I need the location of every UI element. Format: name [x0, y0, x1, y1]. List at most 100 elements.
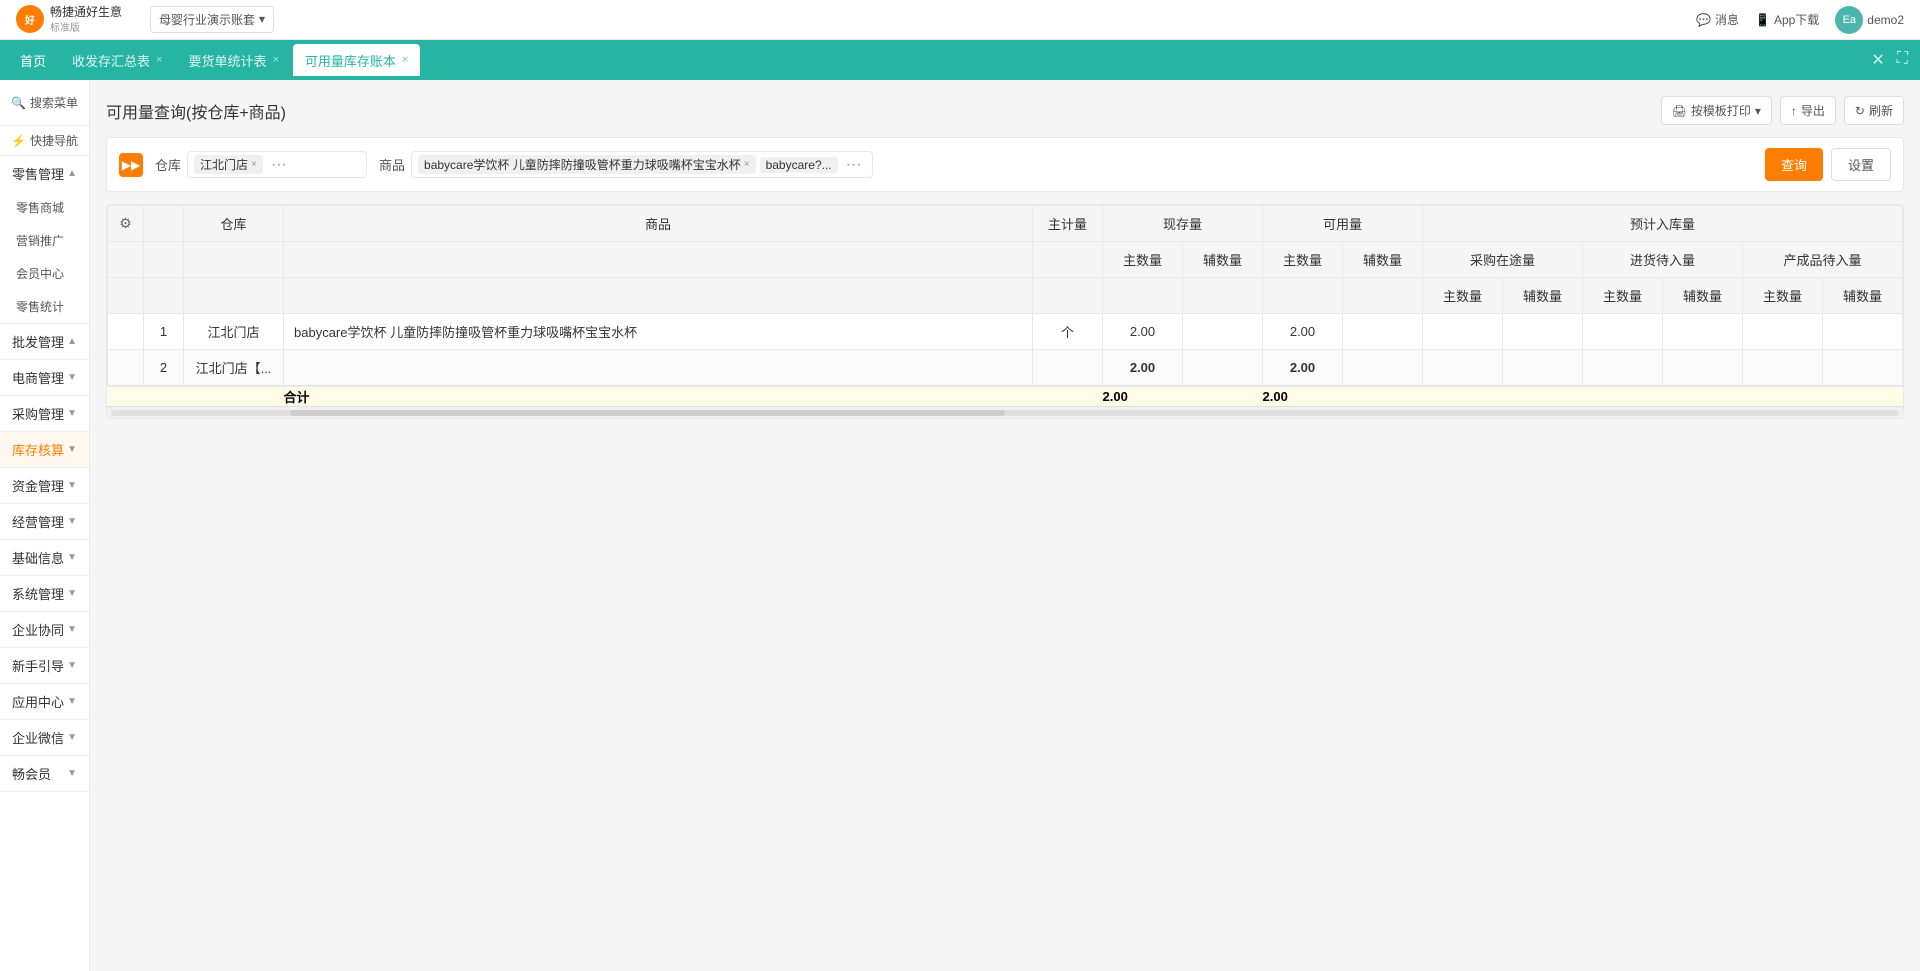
- tab-available-inventory-label: 可用量库存账本: [305, 51, 396, 70]
- cell-purch-pend-main-0: [1583, 314, 1663, 350]
- section-appstore-label: 应用中心: [12, 692, 64, 711]
- sidebar-item-retail-stats[interactable]: 零售统计: [0, 290, 89, 323]
- search-icon: 🔍: [11, 96, 26, 110]
- print-template-btn[interactable]: 🖨 按模板打印 ▾: [1661, 96, 1772, 125]
- column-settings-icon[interactable]: ⚙: [119, 215, 132, 231]
- industry-selector[interactable]: 母婴行业演示账套 ▾: [150, 6, 274, 33]
- th-num: [144, 206, 184, 242]
- section-ecommerce-header[interactable]: 电商管理 ▼: [0, 360, 89, 395]
- expand-btn[interactable]: ⛶: [1893, 46, 1912, 74]
- footer-purch-trans-aux: [1503, 386, 1583, 406]
- app-download-btn[interactable]: 📱 App下载: [1755, 11, 1819, 28]
- avatar: Ea: [1835, 6, 1863, 34]
- section-appstore: 应用中心 ▼: [0, 684, 89, 720]
- section-wechat-label: 企业微信: [12, 728, 64, 747]
- product-tag1-close[interactable]: ×: [744, 159, 750, 170]
- th-expected-in: 预计入库量: [1423, 206, 1903, 242]
- filter-toggle-btn[interactable]: ▶▶: [119, 153, 143, 177]
- tab-available-inventory-close[interactable]: ×: [402, 54, 408, 66]
- logo-sub: 标准版: [50, 19, 122, 34]
- chevron-down-icon7: ▼: [67, 552, 77, 563]
- section-purchase-header[interactable]: 采购管理 ▼: [0, 396, 89, 431]
- section-basic-header[interactable]: 基础信息 ▼: [0, 540, 89, 575]
- th-current-stock: 现存量: [1103, 206, 1263, 242]
- warehouse-tag: 江北门店 ×: [194, 155, 263, 174]
- th-product-sub2: [284, 278, 1033, 314]
- setting-btn[interactable]: 设置: [1831, 148, 1891, 181]
- section-appstore-header[interactable]: 应用中心 ▼: [0, 684, 89, 719]
- chevron-down-icon6: ▼: [67, 516, 77, 527]
- footer-warehouse: [184, 386, 284, 406]
- section-collab: 企业协同 ▼: [0, 612, 89, 648]
- close-window-btn[interactable]: ✕: [1867, 46, 1888, 74]
- footer-avail-main: 2.00: [1263, 386, 1343, 406]
- footer-settings: [108, 386, 144, 406]
- footer-purch-pend-aux: [1663, 386, 1743, 406]
- product-input[interactable]: babycare学饮杯 儿童防摔防撞吸管杯重力球吸嘴杯宝宝水杯 × babyca…: [411, 151, 873, 178]
- section-operation-header[interactable]: 经营管理 ▼: [0, 504, 89, 539]
- search-menu-btn[interactable]: 🔍 搜索菜单: [8, 88, 81, 117]
- horizontal-scrollbar[interactable]: [107, 406, 1903, 418]
- warehouse-dots[interactable]: ···: [267, 156, 291, 174]
- section-system-header[interactable]: 系统管理 ▼: [0, 576, 89, 611]
- quick-nav-btn[interactable]: ⚡ 快捷导航: [0, 126, 89, 156]
- th-prod-pend-main: 主数量: [1743, 278, 1823, 314]
- section-retail-label: 零售管理: [12, 164, 64, 183]
- section-wechat-header[interactable]: 企业微信 ▼: [0, 720, 89, 755]
- chevron-down-icon2: ▼: [67, 372, 77, 383]
- th-main-unit: 主计量: [1033, 206, 1103, 242]
- main-layout: 🔍 搜索菜单 ⚡ 快捷导航 零售管理 ▲ 零售商城 营销推广 会员中心 零售统计…: [0, 80, 1920, 971]
- cell-unit-0: 个: [1033, 314, 1103, 350]
- section-member2-header[interactable]: 畅会员 ▼: [0, 756, 89, 791]
- data-table: ⚙ 仓库 商品 主计量 现存量 可用量 预计入库量: [107, 205, 1903, 406]
- product-dots[interactable]: ···: [842, 156, 866, 174]
- query-btn[interactable]: 查询: [1765, 148, 1823, 181]
- sidebar-item-member[interactable]: 会员中心: [0, 257, 89, 290]
- th-purch-trans-main: 主数量: [1423, 278, 1503, 314]
- refresh-btn[interactable]: ↻ 刷新: [1844, 96, 1904, 125]
- quick-nav-area: ⚡ 快捷导航: [0, 126, 89, 156]
- section-system-label: 系统管理: [12, 584, 64, 603]
- quick-nav-label: 快捷导航: [30, 132, 78, 149]
- th-avail-aux2: [1343, 278, 1423, 314]
- export-icon: ↑: [1791, 104, 1797, 118]
- section-collab-header[interactable]: 企业协同 ▼: [0, 612, 89, 647]
- tab-home[interactable]: 首页: [8, 44, 58, 76]
- section-inventory: 库存核算 ▼: [0, 432, 89, 468]
- cell-warehouse-0: 江北门店: [184, 314, 284, 350]
- section-finance-header[interactable]: 资金管理 ▼: [0, 468, 89, 503]
- section-inventory-header[interactable]: 库存核算 ▼: [0, 432, 89, 467]
- section-purchase-label: 采购管理: [12, 404, 64, 423]
- section-newbie-label: 新手引导: [12, 656, 64, 675]
- section-member2: 畅会员 ▼: [0, 756, 89, 792]
- logo-text: 畅捷通好生意: [50, 5, 122, 19]
- cell-stock-aux-0: [1183, 314, 1263, 350]
- cell-product-1: [284, 350, 1033, 387]
- sidebar-item-retail-mall[interactable]: 零售商城: [0, 191, 89, 224]
- section-newbie-header[interactable]: 新手引导 ▼: [0, 648, 89, 683]
- section-retail-header[interactable]: 零售管理 ▲: [0, 156, 89, 191]
- cell-purch-trans-aux-0: [1503, 314, 1583, 350]
- section-finance: 资金管理 ▼: [0, 468, 89, 504]
- tab-receive-summary-close[interactable]: ×: [156, 54, 162, 66]
- section-wholesale: 批发管理 ▲: [0, 324, 89, 360]
- export-btn[interactable]: ↑ 导出: [1780, 96, 1836, 125]
- tab-available-inventory[interactable]: 可用量库存账本 ×: [293, 44, 420, 76]
- message-btn[interactable]: 💬 消息: [1696, 11, 1739, 28]
- top-bar-left: 好 畅捷通好生意 标准版 母婴行业演示账套 ▾: [16, 5, 274, 34]
- section-wholesale-header[interactable]: 批发管理 ▲: [0, 324, 89, 359]
- warehouse-tag-close[interactable]: ×: [251, 159, 257, 170]
- page-header: 可用量查询(按仓库+商品) 🖨 按模板打印 ▾ ↑ 导出 ↻ 刷新: [106, 96, 1904, 125]
- th-warehouse-sub: [184, 242, 284, 278]
- chevron-down-icon13: ▼: [67, 768, 77, 779]
- tab-order-stats-close[interactable]: ×: [272, 54, 278, 66]
- tab-receive-summary[interactable]: 收发存汇总表 ×: [60, 44, 174, 76]
- tab-order-stats[interactable]: 要货单统计表 ×: [176, 44, 290, 76]
- product-tag2: babycare?...: [760, 157, 838, 173]
- logo-area: 好 畅捷通好生意 标准版: [16, 5, 122, 34]
- filter-product-group: 商品 babycare学饮杯 儿童防摔防撞吸管杯重力球吸嘴杯宝宝水杯 × bab…: [379, 151, 873, 178]
- sidebar-item-marketing[interactable]: 营销推广: [0, 224, 89, 257]
- user-area[interactable]: Ea demo2: [1835, 6, 1904, 34]
- top-bar: 好 畅捷通好生意 标准版 母婴行业演示账套 ▾ 💬 消息 📱 App下载 Ea …: [0, 0, 1920, 40]
- warehouse-input[interactable]: 江北门店 × ···: [187, 151, 367, 178]
